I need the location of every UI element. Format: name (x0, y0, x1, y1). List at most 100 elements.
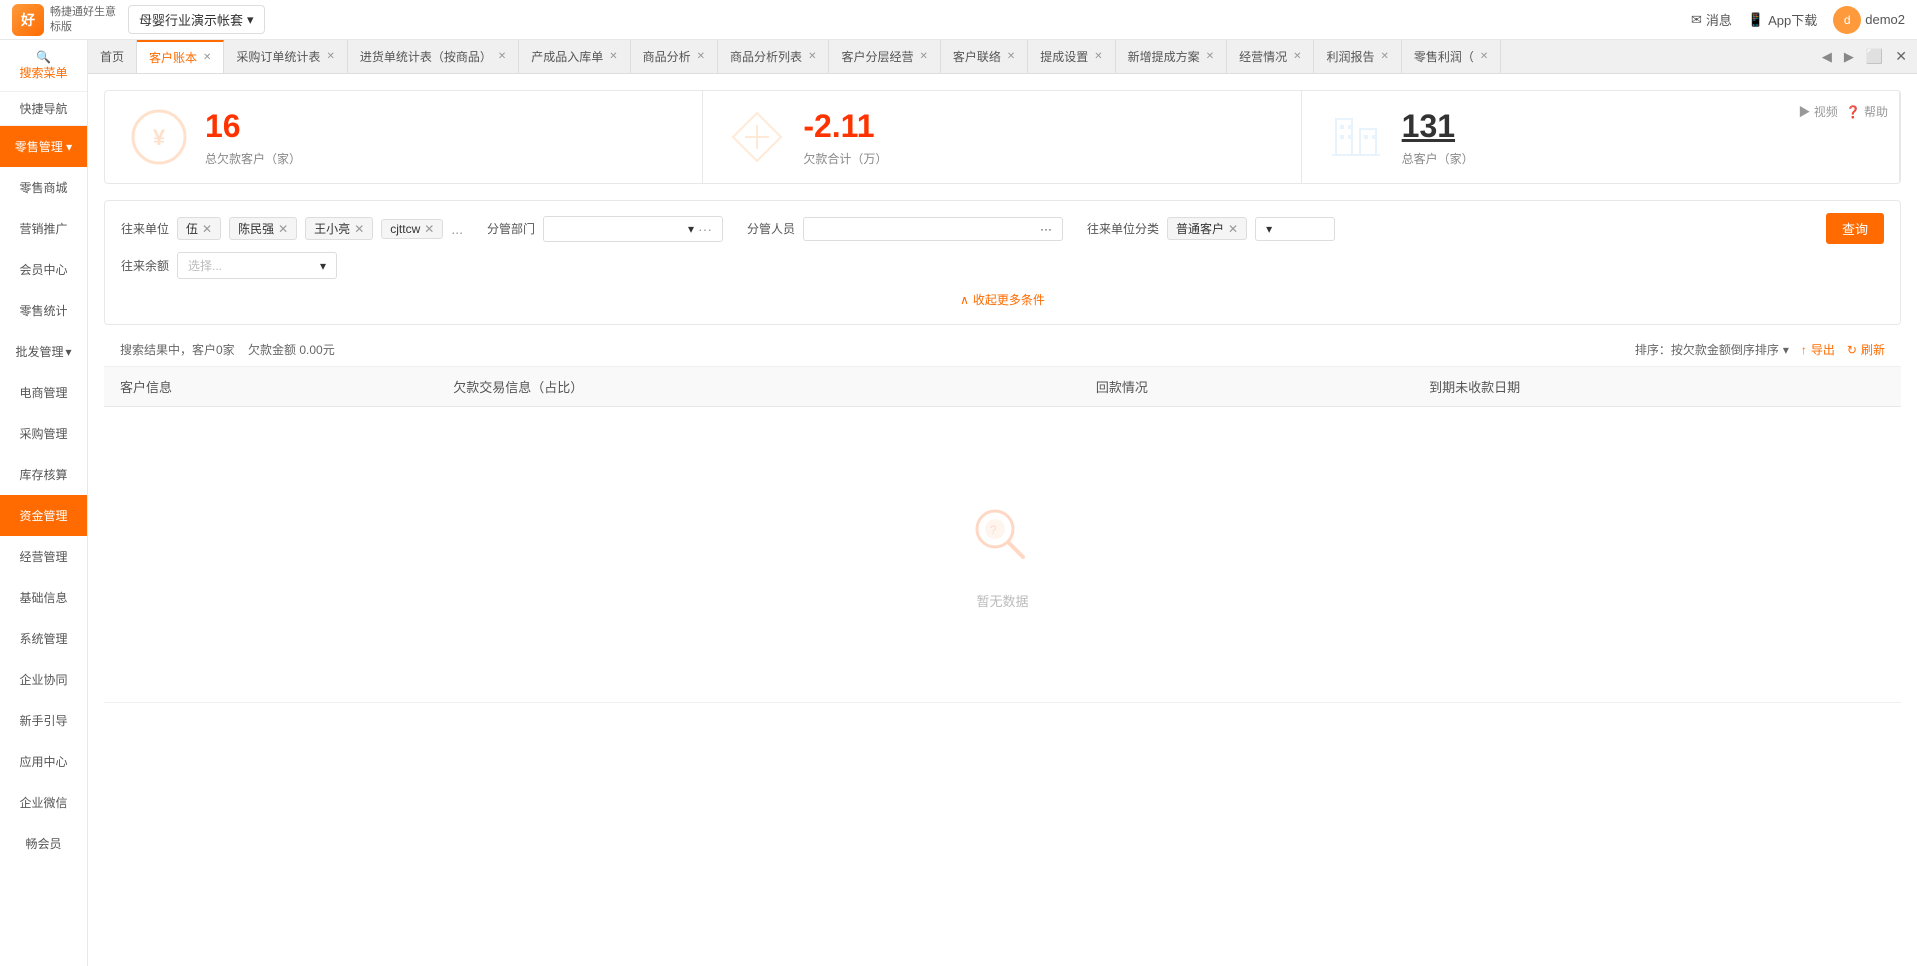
tab-close-purchase-order[interactable]: ✕ (326, 51, 334, 62)
tab-home[interactable]: 首页 (88, 40, 137, 74)
sort-selector[interactable]: 排序：按欠款金额倒序排序 ▾ (1635, 341, 1789, 358)
filter-person-select[interactable]: ··· (803, 217, 1063, 241)
filter-more-dept[interactable]: ··· (698, 221, 712, 237)
tab-profit-report[interactable]: 利润报告 ✕ (1314, 40, 1401, 74)
tab-close-purchase-stats[interactable]: ✕ (498, 51, 506, 62)
tab-product-analysis[interactable]: 商品分析 ✕ (631, 40, 718, 74)
tab-retail-profit[interactable]: 零售利润（ ✕ (1402, 40, 1501, 74)
chevron-down-icon-person: ··· (1040, 222, 1052, 236)
tab-close-retail-profit[interactable]: ✕ (1480, 51, 1488, 62)
tab-close-submit-settings[interactable]: ✕ (1094, 51, 1102, 62)
sidebar-item-vip-member[interactable]: 畅会员 (0, 823, 87, 864)
tab-scroll-left[interactable]: ◀ (1818, 49, 1836, 65)
sidebar-item-member-center[interactable]: 会员中心 (0, 249, 87, 290)
tab-product-in[interactable]: 产成品入库单 ✕ (519, 40, 630, 74)
filter-remove-cjttcw[interactable]: ✕ (424, 222, 434, 236)
tab-close-operations-status[interactable]: ✕ (1293, 51, 1301, 62)
col-debt-info: 欠款交易信息（占比） (437, 367, 1080, 407)
tab-close-product-analysis-list[interactable]: ✕ (808, 51, 816, 62)
filter-balance-select[interactable]: 选择... ▾ (177, 252, 337, 279)
tab-maximize[interactable]: ⬜ (1862, 46, 1887, 67)
refresh-btn[interactable]: ↻ 刷新 (1847, 341, 1885, 358)
sidebar-quick-nav[interactable]: 快捷导航 (0, 92, 87, 126)
sidebar-item-ecommerce[interactable]: 电商管理 (0, 372, 87, 413)
tab-customer-contact[interactable]: 客户联络 ✕ (941, 40, 1028, 74)
filter-person-label: 分管人员 (747, 220, 795, 237)
sidebar-item-purchase-mgmt[interactable]: 采购管理 (0, 413, 87, 454)
chevron-up-icon: ∧ (960, 293, 969, 307)
empty-illustration: ? (963, 499, 1043, 579)
sidebar-item-enterprise[interactable]: 企业协同 (0, 659, 87, 700)
tab-purchase-stats[interactable]: 进货单统计表（按商品） ✕ (348, 40, 519, 74)
filter-collapse-btn[interactable]: ∧ 收起更多条件 (121, 287, 1884, 312)
tab-close-profit-report[interactable]: ✕ (1381, 51, 1389, 62)
filter-remove-normal-customer[interactable]: ✕ (1228, 222, 1238, 236)
video-help-btn[interactable]: ▶ 视频 (1798, 103, 1837, 120)
store-selector[interactable]: 母婴行业演示帐套 ▾ (128, 5, 265, 34)
filter-dept-select[interactable]: ▾ ··· (543, 216, 723, 242)
tab-scroll-right[interactable]: ▶ (1840, 49, 1858, 65)
export-btn[interactable]: ↑ 导出 (1801, 341, 1835, 358)
filter-unit-class-select[interactable]: ▾ (1255, 217, 1335, 241)
stat-block-amount: -2.11 欠款合计（万） (703, 91, 1301, 183)
tab-submit-settings[interactable]: 提成设置 ✕ (1028, 40, 1115, 74)
stat-label-amount: 欠款合计（万） (803, 150, 887, 167)
sidebar-search[interactable]: 🔍 搜索菜单 (0, 40, 87, 92)
message-icon: ✉ (1691, 12, 1702, 28)
sidebar-item-app-center[interactable]: 应用中心 (0, 741, 87, 782)
help-btn[interactable]: ❓ 帮助 (1846, 103, 1888, 120)
stat-number-customers: 16 (205, 107, 301, 145)
sidebar-item-wholesale-mgmt[interactable]: 批发管理 ▾ (0, 331, 87, 372)
filter-section: 往来单位 伍 ✕ 陈民强 ✕ 王小亮 ✕ cjttcw (104, 200, 1901, 325)
sidebar-item-retail-mall[interactable]: 零售商城 (0, 167, 87, 208)
stats-row: ¥ 16 总欠款客户（家） (104, 90, 1901, 184)
sidebar-item-new-guide[interactable]: 新手引导 (0, 700, 87, 741)
search-result-bar: 搜索结果中，客户0家 欠款金额 0.00元 排序：按欠款金额倒序排序 ▾ ↑ 导… (104, 333, 1901, 367)
sidebar-item-marketing[interactable]: 营销推广 (0, 208, 87, 249)
empty-state-cell: ? 暂无数据 (104, 407, 1901, 703)
sidebar-item-inventory[interactable]: 库存核算 (0, 454, 87, 495)
sidebar-item-retail-mgmt[interactable]: 零售管理 ▾ (0, 126, 87, 167)
user-menu[interactable]: d demo2 (1833, 6, 1905, 34)
page-content: ¥ 16 总欠款客户（家） (88, 74, 1917, 966)
content-area: 首页 客户账本 ✕ 采购订单统计表 ✕ 进货单统计表（按商品） ✕ 产成品入库单… (88, 40, 1917, 966)
sidebar-item-basic-info[interactable]: 基础信息 (0, 577, 87, 618)
yuan-circle-icon: ¥ (129, 107, 189, 167)
filter-tag-cjttcw: cjttcw ✕ (381, 219, 443, 239)
filter-remove-chen[interactable]: ✕ (278, 222, 288, 236)
filter-dept-label: 分管部门 (487, 220, 535, 237)
sidebar-item-system-mgmt[interactable]: 系统管理 (0, 618, 87, 659)
export-icon: ↑ (1801, 343, 1807, 357)
tab-operations-status[interactable]: 经营情况 ✕ (1227, 40, 1314, 74)
filter-remove-wang[interactable]: ✕ (354, 222, 364, 236)
tab-product-analysis-list[interactable]: 商品分析列表 ✕ (718, 40, 829, 74)
filter-remove-wu[interactable]: ✕ (202, 222, 212, 236)
sidebar-item-enterprise-wechat[interactable]: 企业微信 (0, 782, 87, 823)
query-button[interactable]: 查询 (1826, 213, 1884, 244)
tab-close-customer-book[interactable]: ✕ (203, 52, 211, 63)
tab-close-new-submit[interactable]: ✕ (1206, 51, 1214, 62)
tab-close-product-in[interactable]: ✕ (609, 51, 617, 62)
sidebar-item-retail-stats[interactable]: 零售统计 (0, 290, 87, 331)
tab-purchase-order[interactable]: 采购订单统计表 ✕ (224, 40, 347, 74)
filter-more-units[interactable]: ... (451, 221, 463, 237)
empty-state: ? 暂无数据 (120, 419, 1885, 690)
tab-close-product-analysis[interactable]: ✕ (697, 51, 705, 62)
tab-new-submit[interactable]: 新增提成方案 ✕ (1116, 40, 1227, 74)
empty-text: 暂无数据 (976, 591, 1028, 610)
tab-close-all[interactable]: ✕ (1891, 46, 1911, 67)
chevron-icon-wholesale: ▾ (65, 345, 71, 359)
tab-customer-layer[interactable]: 客户分层经营 ✕ (829, 40, 940, 74)
tab-close-customer-contact[interactable]: ✕ (1007, 51, 1015, 62)
message-btn[interactable]: ✉ 消息 (1691, 10, 1732, 29)
chevron-down-icon-unit-class: ▾ (1266, 222, 1272, 236)
sidebar-item-finance[interactable]: 资金管理 (0, 495, 87, 536)
app-download-btn[interactable]: 📱 App下载 (1748, 10, 1817, 29)
filter-unit-label: 往来单位 (121, 220, 169, 237)
sidebar-item-operations[interactable]: 经营管理 (0, 536, 87, 577)
filter-row-2: 往来余额 选择... ▾ (121, 252, 1884, 279)
tab-customer-book[interactable]: 客户账本 ✕ (137, 40, 224, 74)
diamond-cross-icon (727, 107, 787, 167)
tab-close-customer-layer[interactable]: ✕ (919, 51, 927, 62)
top-bar: 好 畅捷通好生意 标版 母婴行业演示帐套 ▾ ✉ 消息 📱 App下载 d de… (0, 0, 1917, 40)
